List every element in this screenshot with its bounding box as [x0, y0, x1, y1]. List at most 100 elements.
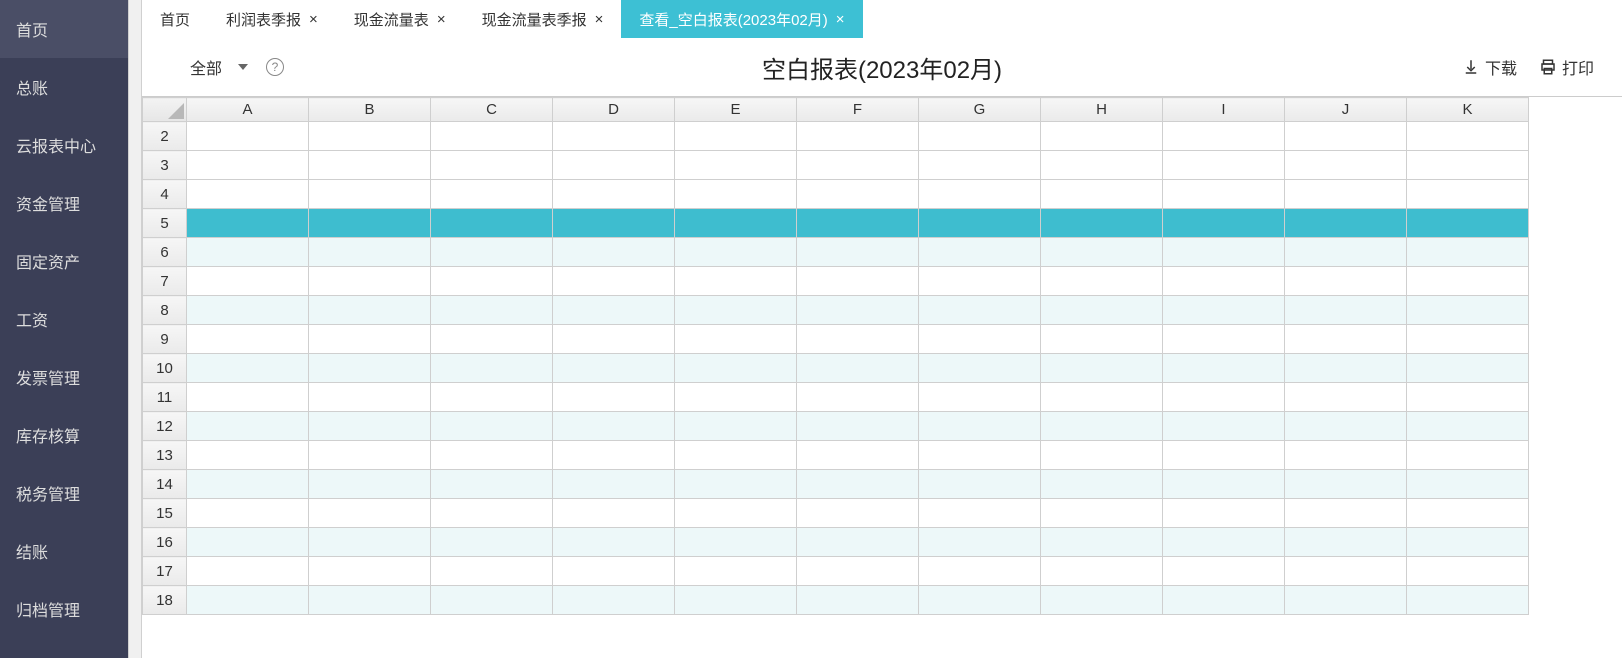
- cell[interactable]: [431, 267, 553, 296]
- cell[interactable]: [187, 470, 309, 499]
- sidebar-item-closing[interactable]: 结账: [0, 522, 128, 580]
- cell[interactable]: [309, 267, 431, 296]
- cell[interactable]: [675, 122, 797, 151]
- sidebar-item-funds[interactable]: 资金管理: [0, 174, 128, 232]
- row-header[interactable]: 14: [143, 470, 187, 499]
- column-header[interactable]: I: [1163, 98, 1285, 122]
- cell[interactable]: [553, 122, 675, 151]
- cell[interactable]: [675, 499, 797, 528]
- row-header[interactable]: 4: [143, 180, 187, 209]
- cell[interactable]: [797, 412, 919, 441]
- cell[interactable]: [553, 296, 675, 325]
- cell[interactable]: [1041, 151, 1163, 180]
- cell[interactable]: [1163, 267, 1285, 296]
- row-header[interactable]: 11: [143, 383, 187, 412]
- cell[interactable]: [1407, 557, 1529, 586]
- cell[interactable]: [1041, 209, 1163, 238]
- cell[interactable]: [1407, 441, 1529, 470]
- cell[interactable]: [187, 267, 309, 296]
- cell[interactable]: [675, 383, 797, 412]
- cell[interactable]: [797, 267, 919, 296]
- cell[interactable]: [1407, 586, 1529, 615]
- cell[interactable]: [919, 354, 1041, 383]
- column-header[interactable]: F: [797, 98, 919, 122]
- cell[interactable]: [1285, 267, 1407, 296]
- cell[interactable]: [919, 412, 1041, 441]
- cell[interactable]: [675, 354, 797, 383]
- cell[interactable]: [553, 238, 675, 267]
- cell[interactable]: [919, 267, 1041, 296]
- cell[interactable]: [187, 586, 309, 615]
- cell[interactable]: [553, 557, 675, 586]
- cell[interactable]: [553, 412, 675, 441]
- sidebar-item-ledger[interactable]: 总账: [0, 58, 128, 116]
- column-header[interactable]: D: [553, 98, 675, 122]
- cell[interactable]: [1285, 586, 1407, 615]
- sidebar-item-invoice[interactable]: 发票管理: [0, 348, 128, 406]
- cell[interactable]: [1285, 296, 1407, 325]
- spreadsheet[interactable]: ABCDEFGHIJK23456789101112131415161718: [142, 96, 1622, 658]
- cell[interactable]: [1407, 180, 1529, 209]
- cell[interactable]: [187, 238, 309, 267]
- cell[interactable]: [1041, 528, 1163, 557]
- cell[interactable]: [553, 383, 675, 412]
- cell[interactable]: [797, 238, 919, 267]
- cell[interactable]: [797, 499, 919, 528]
- cell[interactable]: [797, 180, 919, 209]
- row-header[interactable]: 9: [143, 325, 187, 354]
- cell[interactable]: [309, 325, 431, 354]
- cell[interactable]: [1407, 528, 1529, 557]
- cell[interactable]: [1041, 441, 1163, 470]
- filter-dropdown[interactable]: 全部: [190, 55, 222, 79]
- cell[interactable]: [675, 586, 797, 615]
- cell[interactable]: [675, 151, 797, 180]
- cell[interactable]: [1285, 499, 1407, 528]
- cell[interactable]: [309, 151, 431, 180]
- cell[interactable]: [1163, 354, 1285, 383]
- cell[interactable]: [1407, 267, 1529, 296]
- cell[interactable]: [797, 383, 919, 412]
- close-icon[interactable]: ×: [595, 11, 604, 28]
- sidebar-item-home[interactable]: 首页: [0, 0, 128, 58]
- cell[interactable]: [553, 325, 675, 354]
- cell[interactable]: [309, 528, 431, 557]
- cell[interactable]: [1285, 325, 1407, 354]
- cell[interactable]: [553, 470, 675, 499]
- cell[interactable]: [919, 470, 1041, 499]
- sidebar-item-salary[interactable]: 工资: [0, 290, 128, 348]
- cell[interactable]: [1407, 354, 1529, 383]
- cell[interactable]: [431, 151, 553, 180]
- close-icon[interactable]: ×: [836, 11, 845, 28]
- cell[interactable]: [1163, 325, 1285, 354]
- cell[interactable]: [1163, 412, 1285, 441]
- cell[interactable]: [1163, 528, 1285, 557]
- cell[interactable]: [675, 528, 797, 557]
- tab-profit-quarterly[interactable]: 利润表季报 ×: [208, 0, 336, 38]
- cell[interactable]: [797, 470, 919, 499]
- cell[interactable]: [431, 238, 553, 267]
- cell[interactable]: [1285, 412, 1407, 441]
- sidebar-item-inventory[interactable]: 库存核算: [0, 406, 128, 464]
- cell[interactable]: [1285, 354, 1407, 383]
- cell[interactable]: [1041, 238, 1163, 267]
- cell[interactable]: [1407, 499, 1529, 528]
- cell[interactable]: [309, 180, 431, 209]
- cell[interactable]: [1163, 586, 1285, 615]
- cell[interactable]: [553, 151, 675, 180]
- sidebar-item-fixed-assets[interactable]: 固定资产: [0, 232, 128, 290]
- cell[interactable]: [919, 209, 1041, 238]
- cell[interactable]: [919, 557, 1041, 586]
- cell[interactable]: [797, 122, 919, 151]
- cell[interactable]: [187, 557, 309, 586]
- cell[interactable]: [431, 354, 553, 383]
- cell[interactable]: [187, 122, 309, 151]
- cell[interactable]: [1285, 557, 1407, 586]
- cell[interactable]: [553, 586, 675, 615]
- cell[interactable]: [1285, 151, 1407, 180]
- row-header[interactable]: 18: [143, 586, 187, 615]
- cell[interactable]: [675, 557, 797, 586]
- cell[interactable]: [187, 296, 309, 325]
- cell[interactable]: [1407, 151, 1529, 180]
- column-header[interactable]: C: [431, 98, 553, 122]
- cell[interactable]: [431, 412, 553, 441]
